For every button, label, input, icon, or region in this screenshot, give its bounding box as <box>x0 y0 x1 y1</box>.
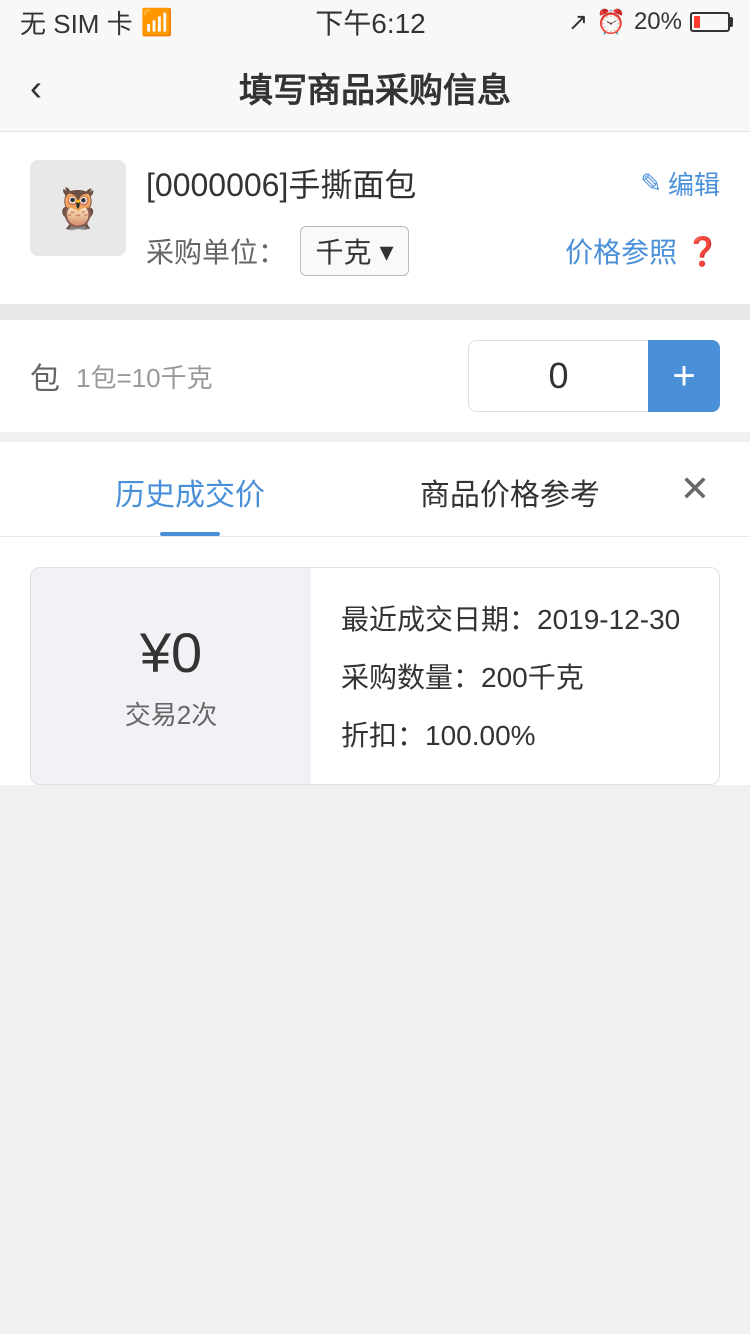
unit-box-label: 包 <box>30 354 60 398</box>
trades-label: 交易2次 <box>125 695 217 732</box>
status-right: ↗ ⏰ 20% <box>568 8 730 37</box>
dropdown-arrow-icon: ▾ <box>379 235 393 268</box>
edit-icon: ✎ <box>640 168 662 199</box>
carrier-label: 无 SIM 卡 <box>20 4 133 41</box>
tab-close-button[interactable]: ✕ <box>670 458 720 520</box>
edit-button[interactable]: ✎ 编辑 <box>640 165 720 202</box>
battery-percent: 20% <box>634 8 682 36</box>
unit-info: 包 1包=10千克 <box>30 354 213 398</box>
currency-symbol: ¥ <box>140 621 171 684</box>
discount-label: 折扣： <box>341 720 425 751</box>
price-ref-label: 价格参照 <box>565 231 677 271</box>
tab-header: 历史成交价 商品价格参考 ✕ <box>0 442 750 537</box>
status-bar: 无 SIM 卡 📶 下午6:12 ↗ ⏰ 20% <box>0 0 750 44</box>
product-info: [0000006]手撕面包 ✎ 编辑 采购单位： 千克 ▾ 价格参照 ❓ <box>146 160 720 276</box>
wifi-icon: 📶 <box>141 7 173 38</box>
quantity-row: 包 1包=10千克 + <box>0 320 750 432</box>
product-image: 🦉 <box>53 185 103 232</box>
edit-label: 编辑 <box>668 165 720 202</box>
nav-bar: ‹ 填写商品采购信息 <box>0 44 750 132</box>
purchase-row: 采购单位： 千克 ▾ 价格参照 ❓ <box>146 226 720 276</box>
quantity-input[interactable] <box>468 340 648 412</box>
product-card: 🦉 [0000006]手撕面包 ✎ 编辑 采购单位： 千克 ▾ <box>0 132 750 304</box>
tab-history-price[interactable]: 历史成交价 <box>30 442 350 536</box>
recent-date-value: 2019-12-30 <box>537 604 680 635</box>
status-left: 无 SIM 卡 📶 <box>20 4 173 41</box>
back-button[interactable]: ‹ <box>30 67 42 109</box>
purchase-unit-label: 采购单位： <box>146 237 286 268</box>
battery-fill <box>694 16 700 28</box>
price-right: 最近成交日期：2019-12-30 采购数量：200千克 折扣：100.00% <box>311 568 719 784</box>
price-card: ¥0 交易2次 最近成交日期：2019-12-30 采购数量：200千克 折扣：… <box>30 567 720 785</box>
battery-icon <box>690 12 730 32</box>
tab-price-reference[interactable]: 商品价格参考 <box>350 442 670 536</box>
recent-date-label: 最近成交日期： <box>341 604 537 635</box>
purchase-qty-label: 采购数量： <box>341 662 481 693</box>
purchase-qty-value: 200千克 <box>481 662 584 693</box>
unit-dropdown[interactable]: 千克 ▾ <box>300 226 408 276</box>
purchase-qty-row: 采购数量：200千克 <box>341 656 689 696</box>
product-header: [0000006]手撕面包 ✎ 编辑 <box>146 160 720 206</box>
discount-value: 100.00% <box>425 720 536 751</box>
recent-date-row: 最近成交日期：2019-12-30 <box>341 598 689 638</box>
increment-button[interactable]: + <box>648 340 720 412</box>
unit-value: 千克 <box>315 231 371 271</box>
alarm-icon: ⏰ <box>596 8 626 37</box>
quantity-input-group: + <box>468 340 720 412</box>
section-divider <box>0 304 750 320</box>
price-amount: ¥0 <box>140 620 202 685</box>
amount-value: 0 <box>171 621 202 684</box>
page-title: 填写商品采购信息 <box>239 63 511 112</box>
location-icon: ↗ <box>568 8 588 37</box>
purchase-unit-section: 采购单位： 千克 ▾ <box>146 226 409 276</box>
unit-conversion: 1包=10千克 <box>76 358 213 395</box>
tab-section: 历史成交价 商品价格参考 ✕ ¥0 交易2次 最近成交日期：2019-12-30… <box>0 442 750 785</box>
price-reference-button[interactable]: 价格参照 ❓ <box>565 231 720 271</box>
main-content: 🦉 [0000006]手撕面包 ✎ 编辑 采购单位： 千克 ▾ <box>0 132 750 1334</box>
price-left: ¥0 交易2次 <box>31 568 311 784</box>
product-name: [0000006]手撕面包 <box>146 160 416 206</box>
product-logo: 🦉 <box>30 160 126 256</box>
discount-row: 折扣：100.00% <box>341 714 689 754</box>
time-label: 下午6:12 <box>315 2 426 42</box>
help-icon: ❓ <box>685 235 720 268</box>
